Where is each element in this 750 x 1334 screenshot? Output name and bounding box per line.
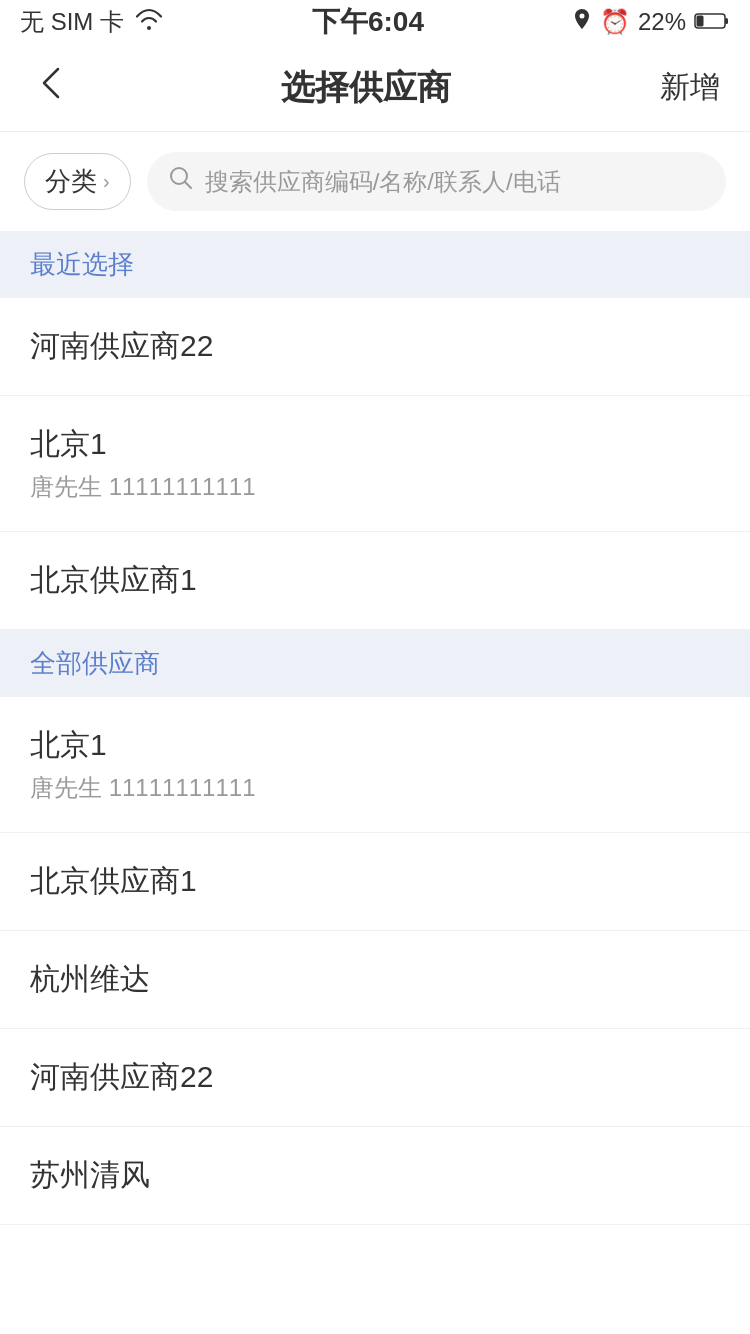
search-bar: 分类 › 搜索供应商编码/名称/联系人/电话 bbox=[0, 132, 750, 231]
svg-rect-2 bbox=[696, 16, 703, 27]
battery-percent: 22% bbox=[638, 8, 686, 36]
item-name: 北京1 bbox=[30, 424, 720, 465]
all-section-label: 全部供应商 bbox=[30, 648, 160, 678]
list-item[interactable]: 北京供应商1 bbox=[0, 833, 750, 931]
list-item[interactable]: 河南供应商22 bbox=[0, 1029, 750, 1127]
item-name: 河南供应商22 bbox=[30, 1057, 720, 1098]
item-name: 河南供应商22 bbox=[30, 326, 720, 367]
item-sub: 唐先生 11111111111 bbox=[30, 471, 720, 503]
no-sim-label: 无 SIM 卡 bbox=[20, 6, 124, 38]
list-item[interactable]: 北京1 唐先生 11111111111 bbox=[0, 396, 750, 532]
item-name: 北京1 bbox=[30, 725, 720, 766]
location-icon bbox=[572, 8, 592, 36]
alarm-icon: ⏰ bbox=[600, 8, 630, 36]
chevron-right-icon: › bbox=[103, 170, 110, 193]
item-name: 北京供应商1 bbox=[30, 560, 720, 601]
recent-section-label: 最近选择 bbox=[30, 249, 134, 279]
item-sub: 唐先生 11111111111 bbox=[30, 772, 720, 804]
svg-rect-1 bbox=[725, 18, 728, 24]
recent-section-header: 最近选择 bbox=[0, 231, 750, 298]
category-label: 分类 bbox=[45, 164, 97, 199]
list-item[interactable]: 北京供应商1 bbox=[0, 532, 750, 630]
status-bar: 无 SIM 卡 下午6:04 ⏰ 22% bbox=[0, 0, 750, 44]
item-name: 北京供应商1 bbox=[30, 861, 720, 902]
add-button[interactable]: 新增 bbox=[660, 67, 720, 108]
item-name: 杭州维达 bbox=[30, 959, 720, 1000]
list-item[interactable]: 苏州清风 bbox=[0, 1127, 750, 1225]
list-item[interactable]: 杭州维达 bbox=[0, 931, 750, 1029]
list-item[interactable]: 河南供应商22 bbox=[0, 298, 750, 396]
search-icon bbox=[167, 164, 195, 199]
category-button[interactable]: 分类 › bbox=[24, 153, 131, 210]
item-name: 苏州清风 bbox=[30, 1155, 720, 1196]
nav-bar: 选择供应商 新增 bbox=[0, 44, 750, 132]
status-time: 下午6:04 bbox=[312, 3, 424, 41]
battery-icon bbox=[694, 8, 730, 36]
wifi-icon bbox=[134, 8, 164, 36]
recent-list: 河南供应商22 北京1 唐先生 11111111111 北京供应商1 bbox=[0, 298, 750, 630]
status-right: ⏰ 22% bbox=[572, 8, 730, 36]
page-title: 选择供应商 bbox=[281, 65, 451, 111]
back-button[interactable] bbox=[30, 55, 72, 120]
all-list: 北京1 唐先生 11111111111 北京供应商1 杭州维达 河南供应商22 … bbox=[0, 697, 750, 1225]
list-item[interactable]: 北京1 唐先生 11111111111 bbox=[0, 697, 750, 833]
all-section-header: 全部供应商 bbox=[0, 630, 750, 697]
search-placeholder: 搜索供应商编码/名称/联系人/电话 bbox=[205, 166, 561, 198]
search-input-wrapper[interactable]: 搜索供应商编码/名称/联系人/电话 bbox=[147, 152, 726, 211]
status-left: 无 SIM 卡 bbox=[20, 6, 164, 38]
